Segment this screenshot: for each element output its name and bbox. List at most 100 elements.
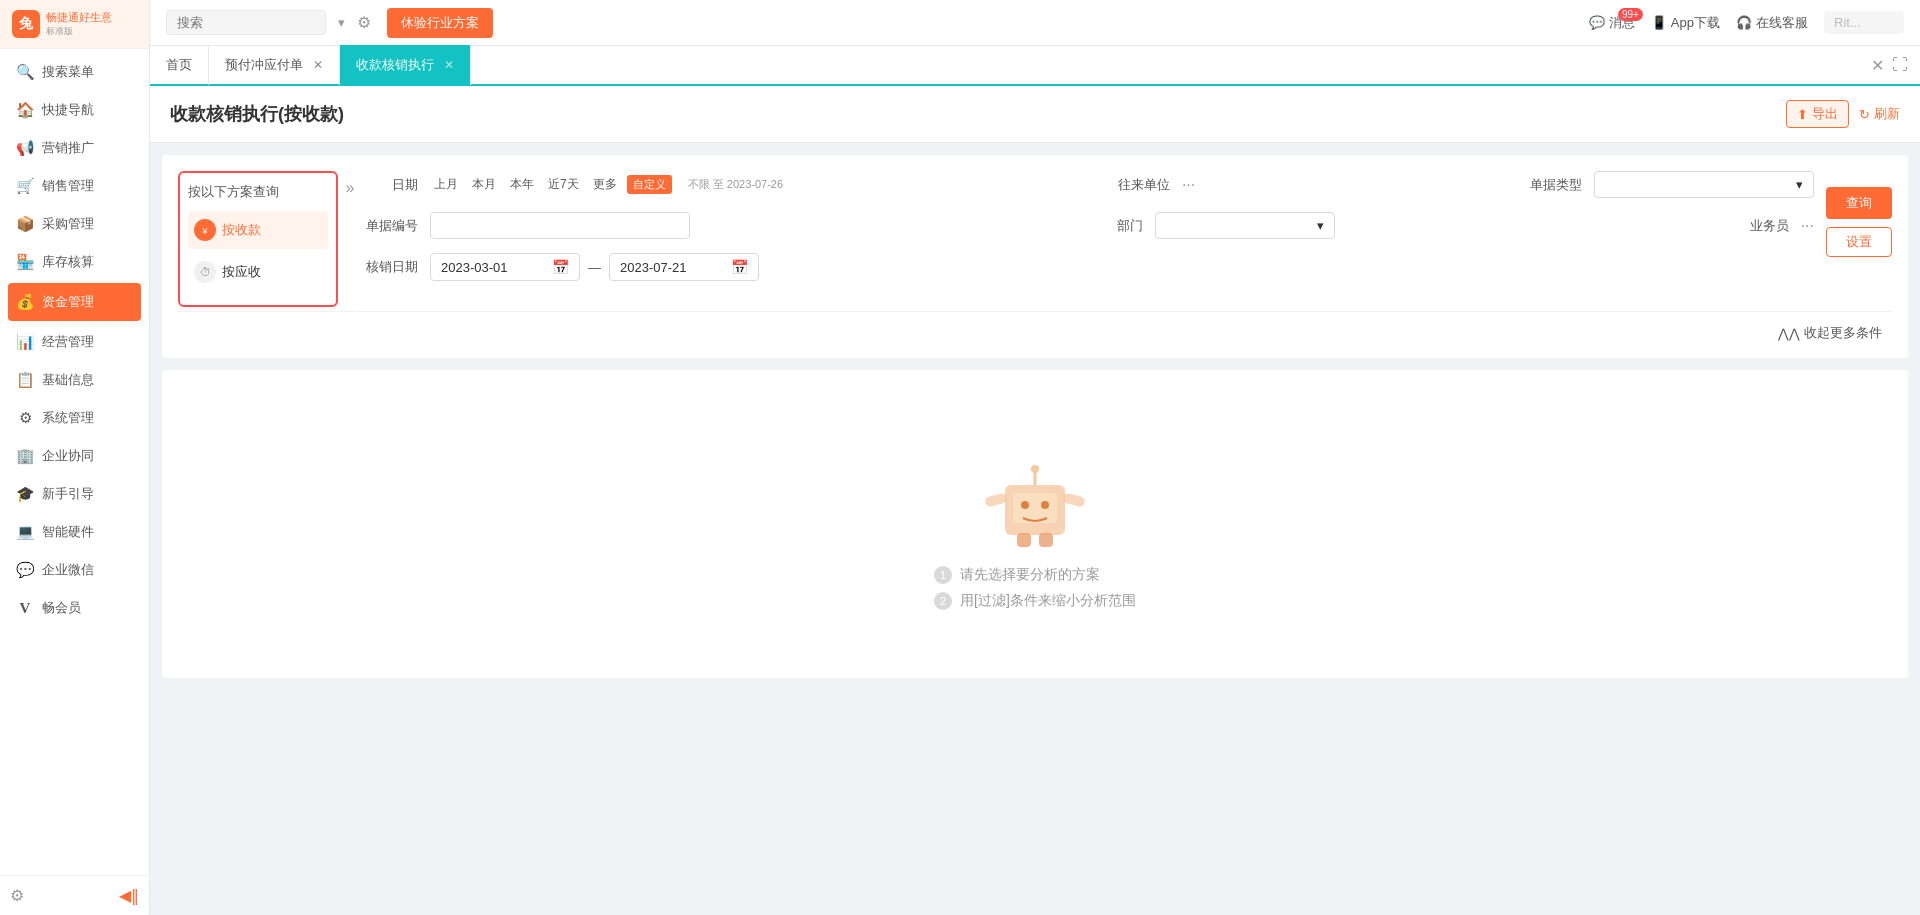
topbar-search-input[interactable]: [166, 10, 326, 35]
verify-date-end-text: 2023-07-21: [620, 260, 725, 275]
svg-rect-11: [1039, 533, 1053, 547]
staff-label: 业务员: [1733, 217, 1789, 235]
system-icon: ⚙: [16, 409, 34, 427]
sidebar-item-label: 搜索菜单: [42, 63, 94, 81]
app-download-button[interactable]: 📱 App下载: [1651, 14, 1720, 32]
sidebar-item-member[interactable]: V 畅会员: [0, 589, 149, 627]
message-button[interactable]: 💬 消息 99+: [1589, 14, 1635, 32]
solution-button[interactable]: 休验行业方案: [387, 8, 493, 38]
tab-prepay-close[interactable]: ✕: [313, 58, 323, 72]
sidebar-item-label: 销售管理: [42, 177, 94, 195]
settings-icon[interactable]: ⚙: [10, 886, 24, 905]
svg-rect-9: [1062, 492, 1086, 507]
sidebar-item-inventory[interactable]: 🏪 库存核算: [0, 243, 149, 281]
sidebar-item-enterprise[interactable]: 🏢 企业协同: [0, 437, 149, 475]
logo-name: 畅捷通好生意: [46, 10, 112, 24]
tab-receipt-verify-close[interactable]: ✕: [444, 58, 454, 72]
more-conditions-button[interactable]: ⋀⋀ 收起更多条件: [1768, 320, 1892, 346]
tabbar-actions: ✕ ⛶: [1871, 56, 1920, 75]
verify-date-end-input[interactable]: 2023-07-21 📅: [609, 253, 759, 281]
staff-dots-button[interactable]: ···: [1801, 217, 1814, 235]
app-label: App下载: [1671, 14, 1720, 32]
query-by-receivable-label: 按应收: [222, 263, 261, 281]
sidebar-item-label: 企业协同: [42, 447, 94, 465]
tab-prepay[interactable]: 预付冲应付单 ✕: [209, 45, 340, 85]
export-button[interactable]: ⬆ 导出: [1786, 100, 1849, 128]
filter-fields: 日期 上月 本月 本年 近7天 更多 自定义 不限 至 2023-07-26: [362, 171, 1814, 307]
date-shortcut-7days[interactable]: 近7天: [544, 174, 583, 195]
tab-home-label: 首页: [166, 56, 192, 74]
sidebar-item-marketing[interactable]: 📢 营销推广: [0, 129, 149, 167]
sidebar-item-system[interactable]: ⚙ 系统管理: [0, 399, 149, 437]
collapse-sidebar-button[interactable]: ◀‖: [119, 886, 139, 905]
collapse-filter-button[interactable]: »: [338, 171, 362, 307]
topbar-right: 💬 消息 99+ 📱 App下载 🎧 在线客服 Rit...: [1589, 11, 1904, 34]
tab-home[interactable]: 首页: [150, 45, 209, 85]
app-icon: 📱: [1651, 15, 1667, 30]
maximize-tab-button[interactable]: ⛶: [1892, 56, 1908, 74]
date-no-limit: 不限 至 2023-07-26: [688, 177, 783, 192]
refresh-button[interactable]: ↻ 刷新: [1859, 105, 1900, 123]
sidebar-item-wechat[interactable]: 💬 企业微信: [0, 551, 149, 589]
sidebar-item-guide[interactable]: 🎓 新手引导: [0, 475, 149, 513]
setting-button[interactable]: 设置: [1826, 227, 1892, 257]
content-body: 1 请先选择要分析的方案 2 用[过滤]条件来缩小分析范围: [162, 370, 1908, 678]
sidebar-item-label: 资金管理: [42, 293, 94, 311]
enterprise-icon: 🏢: [16, 447, 34, 465]
logo-icon: 兔: [12, 10, 40, 38]
sidebar-item-finance[interactable]: 💰 资金管理: [8, 283, 141, 321]
doc-type-select[interactable]: ▾: [1594, 171, 1814, 198]
sidebar-item-sales[interactable]: 🛒 销售管理: [0, 167, 149, 205]
page-title: 收款核销执行(按收款): [170, 102, 344, 126]
calendar-start-icon: 📅: [552, 259, 569, 275]
tip-text-2: 用[过滤]条件来缩小分析范围: [960, 592, 1136, 610]
filter-row-3: 核销日期 2023-03-01 📅 — 2023-07-21 📅: [362, 253, 1814, 281]
sidebar-item-quick-nav[interactable]: 🏠 快捷导航: [0, 91, 149, 129]
date-shortcut-this-month[interactable]: 本月: [468, 174, 500, 195]
date-shortcut-this-year[interactable]: 本年: [506, 174, 538, 195]
sidebar-item-purchase[interactable]: 📦 采购管理: [0, 205, 149, 243]
svg-point-5: [1041, 501, 1049, 509]
refresh-label: 刷新: [1874, 105, 1900, 123]
svg-rect-10: [1017, 533, 1031, 547]
verify-date-start-text: 2023-03-01: [441, 260, 546, 275]
date-shortcut-last-month[interactable]: 上月: [430, 174, 462, 195]
filter-more-row: ⋀⋀ 收起更多条件: [178, 311, 1892, 358]
date-shortcut-more[interactable]: 更多: [589, 174, 621, 195]
close-tab-button[interactable]: ✕: [1871, 56, 1884, 75]
sidebar-item-basic-info[interactable]: 📋 基础信息: [0, 361, 149, 399]
tip-number-2: 2: [934, 592, 952, 610]
user-area: Rit...: [1824, 11, 1904, 34]
dept-dropdown-icon: ▾: [1317, 218, 1324, 233]
sidebar-item-search[interactable]: 🔍 搜索菜单: [0, 53, 149, 91]
query-button[interactable]: 查询: [1826, 187, 1892, 219]
purchase-icon: 📦: [16, 215, 34, 233]
counterpart-label: 往来单位: [1114, 176, 1170, 194]
verify-date-label: 核销日期: [362, 258, 418, 276]
sidebar-item-business[interactable]: 📊 经营管理: [0, 323, 149, 361]
svg-rect-8: [984, 492, 1008, 507]
sidebar-item-label: 营销推广: [42, 139, 94, 157]
empty-tip-1: 1 请先选择要分析的方案: [934, 566, 1136, 584]
verify-date-start-input[interactable]: 2023-03-01 📅: [430, 253, 580, 281]
query-by-receivable[interactable]: ⏱ 按应收: [188, 253, 328, 291]
online-service-button[interactable]: 🎧 在线客服: [1736, 14, 1808, 32]
verify-date-range: 2023-03-01 📅 — 2023-07-21 📅: [430, 253, 759, 281]
query-by-receipt[interactable]: ¥ 按收款: [188, 211, 328, 249]
topbar-dropdown-icon[interactable]: ▾: [338, 15, 345, 30]
logo-sub: 标准版: [46, 25, 112, 38]
page-header-actions: ⬆ 导出 ↻ 刷新: [1786, 100, 1900, 128]
doc-no-input[interactable]: [430, 212, 690, 239]
counterpart-dots-button[interactable]: ···: [1182, 176, 1195, 194]
dept-select[interactable]: ▾: [1155, 212, 1335, 239]
sidebar-item-label: 企业微信: [42, 561, 94, 579]
sidebar-item-hardware[interactable]: 💻 智能硬件: [0, 513, 149, 551]
date-custom-tag[interactable]: 自定义: [627, 175, 672, 194]
refresh-icon: ↻: [1859, 107, 1870, 122]
receivable-icon: ⏱: [194, 261, 216, 283]
topbar-gear-icon[interactable]: ⚙: [357, 13, 371, 32]
tab-receipt-verify[interactable]: 收款核销执行 ✕: [340, 45, 471, 85]
message-icon: 💬: [1589, 15, 1605, 30]
filter-main: 按以下方案查询 ¥ 按收款 ⏱ 按应收 »: [178, 171, 1892, 307]
empty-tips: 1 请先选择要分析的方案 2 用[过滤]条件来缩小分析范围: [934, 566, 1136, 618]
